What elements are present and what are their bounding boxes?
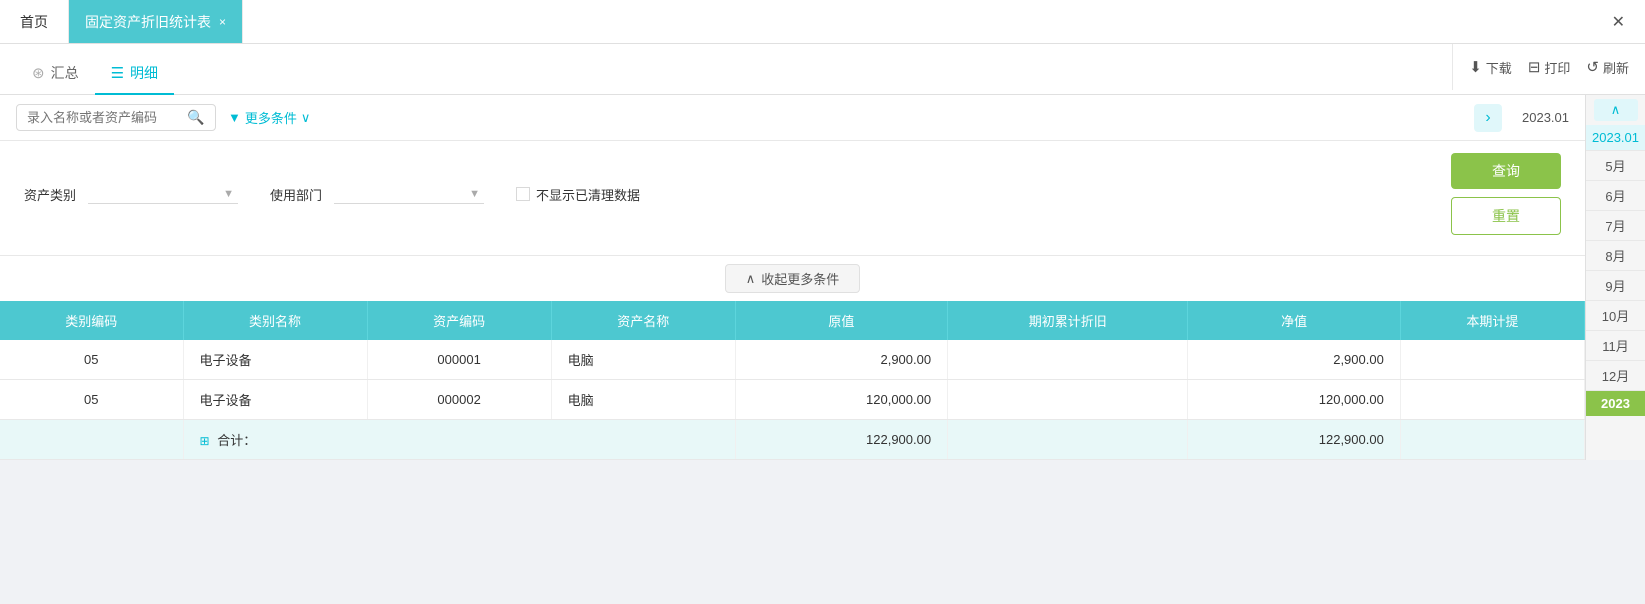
total-empty-1	[0, 420, 183, 460]
department-select[interactable]: ▼	[334, 184, 484, 204]
search-input-wrap[interactable]: 🔍	[16, 104, 216, 131]
table-header-row: 类别编码 类别名称 资产编码 资产名称 原值 期初累计折旧 净值 本期计提	[0, 301, 1585, 340]
active-tab[interactable]: 固定资产折旧统计表 ×	[69, 0, 243, 43]
collapse-row: ∧ 收起更多条件	[0, 256, 1585, 301]
search-input[interactable]	[27, 110, 187, 125]
date-month-9[interactable]: 9月	[1586, 271, 1645, 301]
col-asset-name: 资产名称	[551, 301, 735, 340]
col-category-code: 类别编码	[0, 301, 183, 340]
total-icon: ⊞	[200, 434, 210, 448]
cell-accum-dep-1	[948, 340, 1188, 380]
cell-cat-name-2: 电子设备	[183, 380, 367, 420]
date-month-10[interactable]: 10月	[1586, 301, 1645, 331]
total-net-val: 122,900.00	[1188, 420, 1400, 460]
date-month-11[interactable]: 11月	[1586, 331, 1645, 361]
download-btn[interactable]: ⬇ 下载	[1469, 58, 1512, 77]
date-month-7[interactable]: 7月	[1586, 211, 1645, 241]
asset-category-placeholder	[92, 186, 223, 201]
query-btn[interactable]: 查询	[1451, 153, 1561, 189]
more-filter-btn[interactable]: ▼ 更多条件 ∨	[228, 108, 310, 127]
search-icon: 🔍	[187, 109, 204, 126]
department-label: 使用部门	[270, 185, 326, 204]
date-nav-up[interactable]: ∧	[1594, 99, 1638, 121]
total-curr-dep	[1400, 420, 1584, 460]
detail-icon: ☰	[111, 64, 124, 82]
window-close-btn[interactable]: ✕	[1592, 12, 1645, 32]
asset-category-field: 资产类别 ▼	[24, 184, 238, 204]
cell-accum-dep-2	[948, 380, 1188, 420]
department-placeholder	[338, 186, 469, 201]
cell-asset-name-2: 电脑	[551, 380, 735, 420]
cell-orig-val-1: 2,900.00	[735, 340, 947, 380]
col-net-value: 净值	[1188, 301, 1400, 340]
tab-summary[interactable]: ⊛ 汇总	[16, 63, 95, 96]
assets-table: 类别编码 类别名称 资产编码 资产名称 原值 期初累计折旧 净值 本期计提 05	[0, 301, 1585, 460]
total-accum-dep	[948, 420, 1188, 460]
col-current-dep: 本期计提	[1400, 301, 1584, 340]
download-icon: ⬇	[1469, 58, 1482, 76]
cell-net-val-2: 120,000.00	[1188, 380, 1400, 420]
cell-cat-name-1: 电子设备	[183, 340, 367, 380]
department-field: 使用部门 ▼	[270, 184, 484, 204]
table-row: 05 电子设备 000002 电脑 120,000.00 120,000.00	[0, 380, 1585, 420]
filter-icon: ▼	[228, 110, 241, 125]
action-btns: 查询 重置	[1451, 153, 1561, 235]
cell-curr-dep-1	[1400, 340, 1584, 380]
asset-category-arrow-icon: ▼	[223, 188, 234, 200]
date-month-6[interactable]: 6月	[1586, 181, 1645, 211]
cell-cat-code-2: 05	[0, 380, 183, 420]
table-wrap: 类别编码 类别名称 资产编码 资产名称 原值 期初累计折旧 净值 本期计提 05	[0, 301, 1585, 460]
col-accum-dep: 期初累计折旧	[948, 301, 1188, 340]
date-year: 2023	[1586, 391, 1645, 416]
col-category-name: 类别名称	[183, 301, 367, 340]
date-month-5[interactable]: 5月	[1586, 151, 1645, 181]
date-month-current[interactable]: 2023.01	[1586, 125, 1645, 151]
total-label-cell: ⊞ 合计：	[183, 420, 735, 460]
table-row: 05 电子设备 000001 电脑 2,900.00 2,900.00	[0, 340, 1585, 380]
collapse-icon: ∧	[746, 271, 756, 287]
chevron-down-icon: ∨	[301, 110, 311, 126]
cell-asset-name-1: 电脑	[551, 340, 735, 380]
table-total-row: ⊞ 合计： 122,900.00 122,900.00	[0, 420, 1585, 460]
refresh-btn[interactable]: ↺ 刷新	[1586, 58, 1629, 77]
date-display: 2023.01	[1522, 110, 1569, 125]
col-original-value: 原值	[735, 301, 947, 340]
date-month-8[interactable]: 8月	[1586, 241, 1645, 271]
filter-area: 资产类别 ▼ 使用部门 ▼	[0, 141, 1585, 256]
total-orig-val: 122,900.00	[735, 420, 947, 460]
refresh-icon: ↺	[1586, 58, 1599, 76]
asset-category-select[interactable]: ▼	[88, 184, 238, 204]
hide-cleared-wrap: 不显示已清理数据	[516, 185, 640, 204]
date-month-12[interactable]: 12月	[1586, 361, 1645, 391]
cell-asset-code-1: 000001	[367, 340, 551, 380]
cell-net-val-1: 2,900.00	[1188, 340, 1400, 380]
cell-curr-dep-2	[1400, 380, 1584, 420]
summary-icon: ⊛	[32, 64, 45, 82]
print-icon: ⊟	[1528, 58, 1541, 76]
department-arrow-icon: ▼	[469, 188, 480, 200]
tab-close-btn[interactable]: ×	[219, 15, 226, 29]
cell-orig-val-2: 120,000.00	[735, 380, 947, 420]
cell-asset-code-2: 000002	[367, 380, 551, 420]
reset-btn[interactable]: 重置	[1451, 197, 1561, 235]
hide-cleared-checkbox[interactable]	[516, 187, 530, 201]
cell-cat-code-1: 05	[0, 340, 183, 380]
print-btn[interactable]: ⊟ 打印	[1528, 58, 1571, 77]
asset-category-label: 资产类别	[24, 185, 80, 204]
hide-cleared-label: 不显示已清理数据	[536, 185, 640, 204]
tab-label: 固定资产折旧统计表	[85, 12, 211, 32]
tab-detail[interactable]: ☰ 明细	[95, 63, 174, 96]
collapse-btn[interactable]: ∧ 收起更多条件	[725, 264, 861, 293]
date-panel: ∧ 2023.01 5月 6月 7月 8月 9月 10月 11月 12月 202…	[1585, 95, 1645, 460]
collapse-sidebar-btn[interactable]: ›	[1474, 104, 1502, 132]
home-nav[interactable]: 首页	[0, 0, 69, 43]
col-asset-code: 资产编码	[367, 301, 551, 340]
